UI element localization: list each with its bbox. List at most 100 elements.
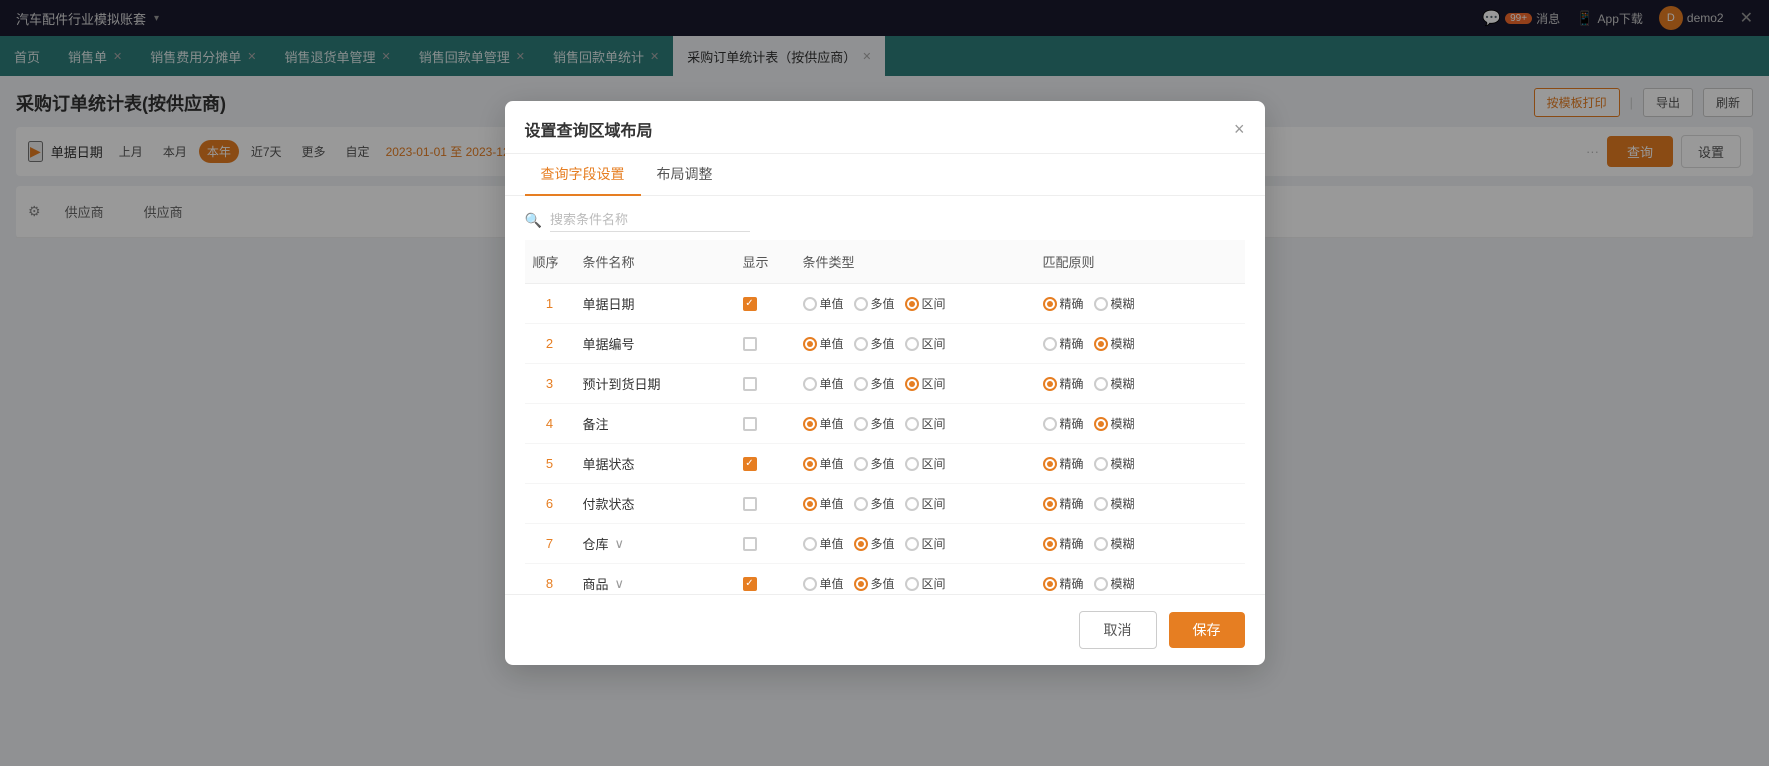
search-input[interactable] (550, 208, 750, 232)
type-multi[interactable]: 多值 (854, 295, 895, 312)
type-range[interactable]: 区间 (905, 335, 946, 352)
row-display (735, 493, 795, 515)
radio-icon (803, 577, 817, 591)
match-fuzzy[interactable]: 模糊 (1094, 415, 1135, 432)
type-single[interactable]: 单值 (803, 495, 844, 512)
type-radio-group: 单值 多值 区间 (803, 375, 946, 392)
radio-icon (803, 377, 817, 391)
radio-icon (803, 537, 817, 551)
row-display (735, 373, 795, 395)
type-single[interactable]: 单值 (803, 295, 844, 312)
display-checkbox[interactable] (743, 537, 757, 551)
row-name: 仓库 ∨ (575, 530, 735, 557)
radio-icon (905, 377, 919, 391)
type-range[interactable]: 区间 (905, 495, 946, 512)
display-checkbox[interactable] (743, 337, 757, 351)
type-range[interactable]: 区间 (905, 575, 946, 592)
type-range[interactable]: 区间 (905, 375, 946, 392)
type-multi[interactable]: 多值 (854, 575, 895, 592)
row-display (735, 533, 795, 555)
match-fuzzy[interactable]: 模糊 (1094, 495, 1135, 512)
radio-icon (854, 377, 868, 391)
display-checkbox[interactable] (743, 497, 757, 511)
dialog-tab-layout[interactable]: 布局调整 (641, 154, 729, 196)
display-checkbox[interactable] (743, 457, 757, 471)
radio-icon (1043, 297, 1057, 311)
type-single[interactable]: 单值 (803, 455, 844, 472)
table-row: 1 单据日期 单值 多值 区间 精确 (525, 284, 1245, 324)
match-exact[interactable]: 精确 (1043, 535, 1084, 552)
type-multi[interactable]: 多值 (854, 415, 895, 432)
match-exact[interactable]: 精确 (1043, 375, 1084, 392)
match-exact[interactable]: 精确 (1043, 575, 1084, 592)
table-row: 8 商品 ∨ 单值 多值 区间 精确 (525, 564, 1245, 594)
radio-icon (1094, 497, 1108, 511)
radio-icon (1094, 377, 1108, 391)
type-single[interactable]: 单值 (803, 575, 844, 592)
row-display (735, 573, 795, 595)
radio-icon (803, 337, 817, 351)
type-single[interactable]: 单值 (803, 415, 844, 432)
type-multi[interactable]: 多值 (854, 335, 895, 352)
match-radio-group: 精确 模糊 (1043, 295, 1135, 312)
match-radio-group: 精确 模糊 (1043, 415, 1135, 432)
type-range[interactable]: 区间 (905, 415, 946, 432)
row-match: 精确 模糊 (1035, 371, 1235, 396)
row-order: 7 (525, 532, 575, 555)
match-fuzzy[interactable]: 模糊 (1094, 295, 1135, 312)
match-fuzzy[interactable]: 模糊 (1094, 375, 1135, 392)
match-radio-group: 精确 模糊 (1043, 535, 1135, 552)
dropdown-icon: ∨ (615, 536, 625, 552)
type-single[interactable]: 单值 (803, 335, 844, 352)
type-single[interactable]: 单值 (803, 375, 844, 392)
match-exact[interactable]: 精确 (1043, 415, 1084, 432)
radio-icon (1043, 457, 1057, 471)
type-range[interactable]: 区间 (905, 455, 946, 472)
display-checkbox[interactable] (743, 377, 757, 391)
row-display (735, 333, 795, 355)
type-multi[interactable]: 多值 (854, 375, 895, 392)
dialog-tab-query-fields[interactable]: 查询字段设置 (525, 154, 641, 196)
match-exact[interactable]: 精确 (1043, 335, 1084, 352)
radio-icon (803, 497, 817, 511)
row-type: 单值 多值 区间 (795, 411, 1035, 436)
header-match: 匹配原则 (1035, 248, 1235, 275)
row-match: 精确 模糊 (1035, 331, 1235, 356)
match-exact[interactable]: 精确 (1043, 455, 1084, 472)
type-multi[interactable]: 多值 (854, 535, 895, 552)
match-fuzzy[interactable]: 模糊 (1094, 575, 1135, 592)
match-exact[interactable]: 精确 (1043, 295, 1084, 312)
table-header: 顺序 条件名称 显示 条件类型 匹配原则 (525, 240, 1245, 284)
match-fuzzy[interactable]: 模糊 (1094, 335, 1135, 352)
save-button[interactable]: 保存 (1169, 612, 1245, 648)
radio-icon (803, 417, 817, 431)
radio-icon (854, 417, 868, 431)
type-range[interactable]: 区间 (905, 535, 946, 552)
cancel-button[interactable]: 取消 (1079, 611, 1157, 649)
row-order: 4 (525, 412, 575, 435)
type-single[interactable]: 单值 (803, 535, 844, 552)
type-multi[interactable]: 多值 (854, 495, 895, 512)
radio-icon (1094, 417, 1108, 431)
radio-icon (1043, 497, 1057, 511)
match-fuzzy[interactable]: 模糊 (1094, 455, 1135, 472)
type-multi[interactable]: 多值 (854, 455, 895, 472)
match-exact[interactable]: 精确 (1043, 495, 1084, 512)
radio-icon (1094, 537, 1108, 551)
match-fuzzy[interactable]: 模糊 (1094, 535, 1135, 552)
radio-icon (1094, 577, 1108, 591)
table-row: 4 备注 单值 多值 区间 精确 (525, 404, 1245, 444)
table-row: 5 单据状态 单值 多值 区间 精确 (525, 444, 1245, 484)
match-radio-group: 精确 模糊 (1043, 495, 1135, 512)
display-checkbox[interactable] (743, 417, 757, 431)
match-radio-group: 精确 模糊 (1043, 455, 1135, 472)
radio-icon (905, 577, 919, 591)
display-checkbox[interactable] (743, 577, 757, 591)
display-checkbox[interactable] (743, 297, 757, 311)
row-name: 商品 ∨ (575, 570, 735, 594)
table-row: 3 预计到货日期 单值 多值 区间 精确 (525, 364, 1245, 404)
type-radio-group: 单值 多值 区间 (803, 575, 946, 592)
row-type: 单值 多值 区间 (795, 531, 1035, 556)
type-range[interactable]: 区间 (905, 295, 946, 312)
dialog-close-button[interactable]: × (1234, 120, 1245, 138)
